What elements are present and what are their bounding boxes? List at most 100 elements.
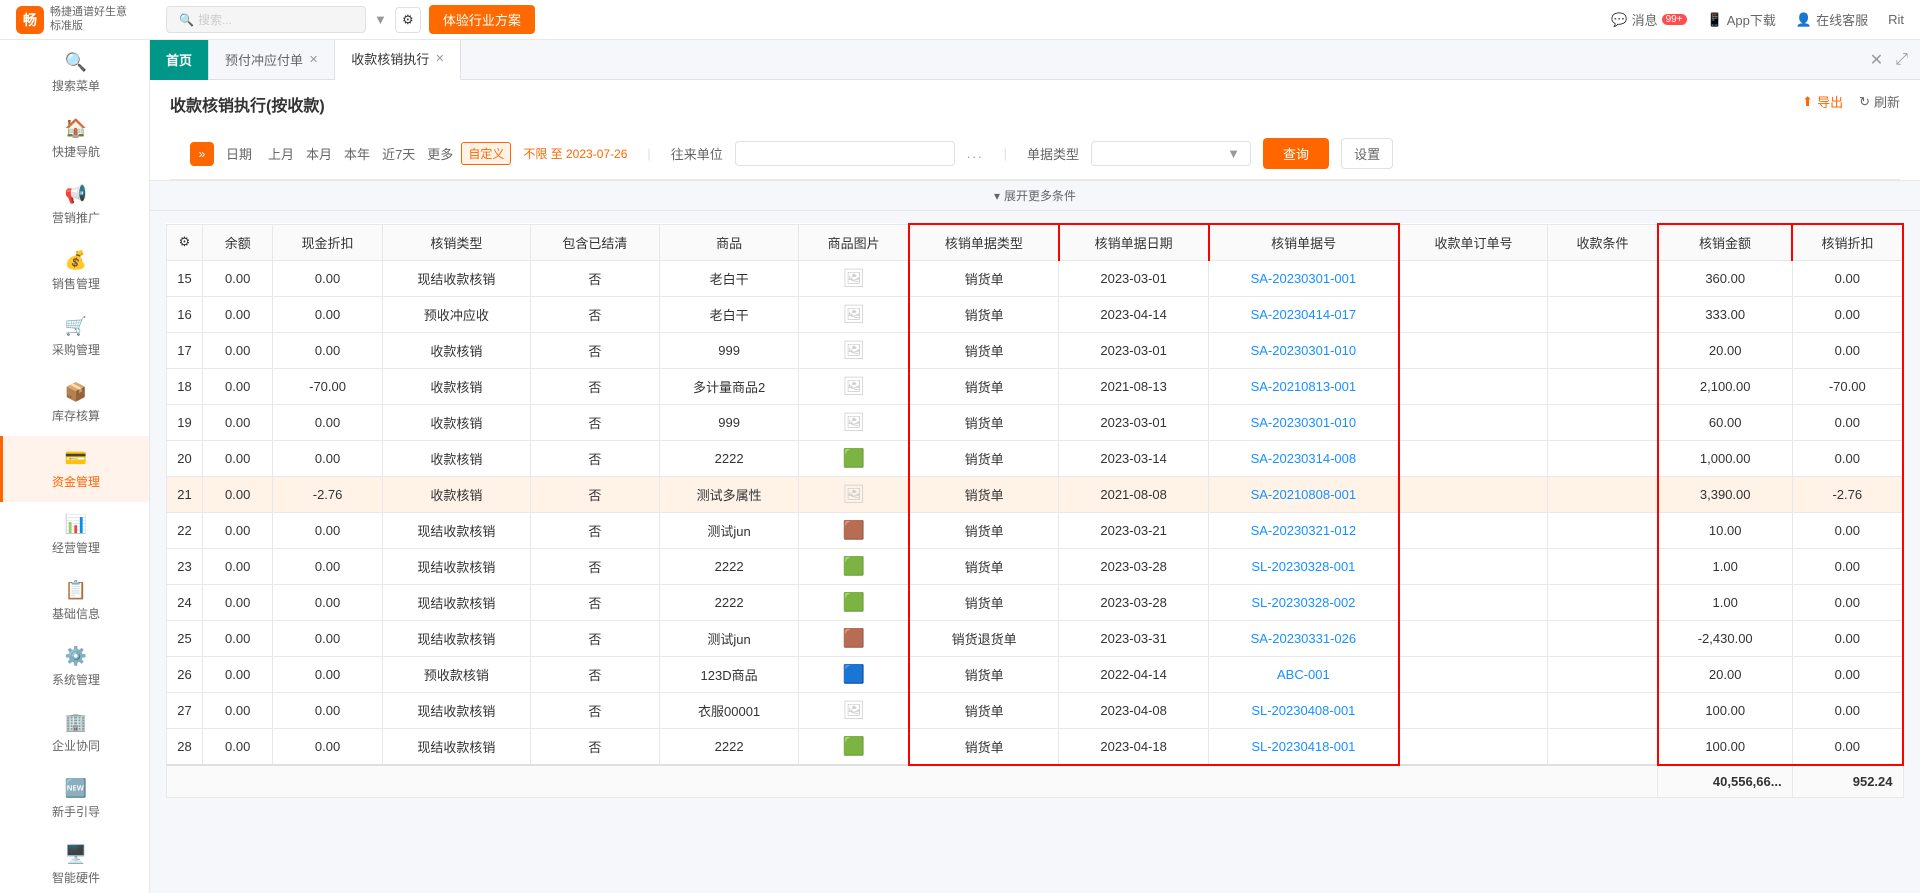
td-cancel-type: 收款核销 <box>382 405 530 441</box>
td-cancel-bill-no[interactable]: SA-20230301-010 <box>1209 405 1399 441</box>
sidebar-item-inventory[interactable]: 📦 库存核算 <box>0 370 149 436</box>
message-badge[interactable]: 💬 消息 99+ <box>1611 10 1686 29</box>
td-cancel-bill-type: 销货单 <box>909 477 1059 513</box>
inventory-icon: 📦 <box>65 382 87 403</box>
td-goods: 2222 <box>659 549 799 585</box>
export-button[interactable]: ⬆ 导出 <box>1802 92 1843 111</box>
tab-prepay[interactable]: 预付冲应付单 ✕ <box>209 40 335 80</box>
top-search-box[interactable]: 🔍 搜索... <box>166 6 366 33</box>
td-goods: 2222 <box>659 585 799 621</box>
sidebar-item-guide[interactable]: 🆕 新手引导 <box>0 766 149 832</box>
th-settings[interactable]: ⚙ <box>167 224 203 261</box>
td-receipt-condition <box>1548 729 1658 766</box>
expand-tab-btn[interactable]: ⤢ <box>1895 51 1908 69</box>
sidebar-item-sys-mgmt[interactable]: ⚙️ 系统管理 <box>0 634 149 700</box>
td-seq: 15 <box>167 261 203 297</box>
app-label: App下载 <box>1727 10 1776 29</box>
home-label: 首页 <box>166 50 192 69</box>
td-cash-discount: 0.00 <box>273 441 382 477</box>
partner-dots[interactable]: ... <box>967 146 984 161</box>
sidebar-item-basic-info[interactable]: 📋 基础信息 <box>0 568 149 634</box>
td-cancel-bill-no[interactable]: SL-20230328-002 <box>1209 585 1399 621</box>
td-receipt-condition <box>1548 441 1658 477</box>
td-cancel-bill-no[interactable]: SA-20230331-026 <box>1209 621 1399 657</box>
expand-more-btn[interactable]: ▾ 展开更多条件 <box>150 181 1920 211</box>
td-cancel-bill-no[interactable]: ABC-001 <box>1209 657 1399 693</box>
td-receipt-condition <box>1548 261 1658 297</box>
td-cancel-amount: 20.00 <box>1658 657 1792 693</box>
chevron-down-icon: ▼ <box>1227 146 1240 161</box>
filter-expand-btn[interactable]: » <box>190 142 214 166</box>
td-receipt-order-no <box>1399 261 1548 297</box>
td-cancel-bill-type: 销货单 <box>909 261 1059 297</box>
td-cancel-bill-date: 2023-03-01 <box>1059 333 1209 369</box>
td-cancel-type: 现结收款核销 <box>382 261 530 297</box>
td-cancel-bill-no[interactable]: SL-20230328-001 <box>1209 549 1399 585</box>
td-include-settled: 否 <box>530 585 659 621</box>
footer-total-discount: 952.24 <box>1792 765 1903 798</box>
td-balance: 0.00 <box>203 621 273 657</box>
td-cash-discount: 0.00 <box>273 549 382 585</box>
td-goods-img: 🖼 <box>799 297 909 333</box>
td-cancel-bill-no[interactable]: SA-20210808-001 <box>1209 477 1399 513</box>
td-goods-img: 🟫 <box>799 513 909 549</box>
date-custom[interactable]: 自定义 <box>461 142 511 165</box>
td-cancel-bill-type: 销货单 <box>909 549 1059 585</box>
td-cancel-discount: -2.76 <box>1792 477 1903 513</box>
online-service[interactable]: 👤 在线客服 <box>1796 10 1868 29</box>
date-more[interactable]: 更多 <box>423 142 457 165</box>
td-cancel-bill-date: 2023-04-14 <box>1059 297 1209 333</box>
sidebar-item-marketing[interactable]: 📢 营销推广 <box>0 172 149 238</box>
app-download[interactable]: 📱 App下载 <box>1707 10 1776 29</box>
td-cancel-bill-no[interactable]: SL-20230418-001 <box>1209 729 1399 766</box>
dropdown-arrow[interactable]: ▼ <box>374 12 387 27</box>
logo-text: 畅捷通谱好生意 标准版 <box>50 6 127 32</box>
sys-mgmt-icon: ⚙️ <box>65 646 87 667</box>
message-count: 99+ <box>1662 14 1687 25</box>
user-name[interactable]: Rit <box>1888 12 1904 27</box>
bill-type-placeholder <box>1102 146 1106 161</box>
query-button[interactable]: 查询 <box>1263 138 1329 169</box>
sidebar-item-hardware[interactable]: 🖥️ 智能硬件 <box>0 832 149 893</box>
sidebar-item-finance[interactable]: 💳 资金管理 <box>0 436 149 502</box>
sidebar-item-purchase[interactable]: 🛒 采购管理 <box>0 304 149 370</box>
td-cash-discount: 0.00 <box>273 405 382 441</box>
industry-btn[interactable]: 体验行业方案 <box>429 5 535 34</box>
sidebar-item-label: 企业协同 <box>52 737 100 754</box>
td-cancel-bill-no[interactable]: SL-20230408-001 <box>1209 693 1399 729</box>
td-goods-img: 🖼 <box>799 405 909 441</box>
td-cancel-bill-type: 销货单 <box>909 405 1059 441</box>
date-this-month[interactable]: 本月 <box>302 142 336 165</box>
td-cancel-bill-no[interactable]: SA-20230301-001 <box>1209 261 1399 297</box>
sidebar-item-enterprise[interactable]: 🏢 企业协同 <box>0 700 149 766</box>
td-cancel-bill-no[interactable]: SA-20210813-001 <box>1209 369 1399 405</box>
tab-receipt-close[interactable]: ✕ <box>435 52 444 65</box>
partner-input[interactable] <box>735 141 955 166</box>
td-cancel-bill-no[interactable]: SA-20230314-008 <box>1209 441 1399 477</box>
sidebar-item-quick-nav[interactable]: 🏠 快捷导航 <box>0 106 149 172</box>
setting-button[interactable]: 设置 <box>1341 138 1393 169</box>
bill-type-select[interactable]: ▼ <box>1091 141 1251 166</box>
tab-prepay-close[interactable]: ✕ <box>309 53 318 66</box>
td-cancel-bill-no[interactable]: SA-20230414-017 <box>1209 297 1399 333</box>
table-container[interactable]: ⚙ 余额 现金折扣 核销类型 包含已结清 商品 商品图片 核销单据类型 核销单据… <box>150 211 1920 893</box>
sidebar-item-search-menu[interactable]: 🔍 搜索菜单 <box>0 40 149 106</box>
date-prev-month[interactable]: 上月 <box>264 142 298 165</box>
page-header: 收款核销执行(按收款) ⬆ 导出 ↻ 刷新 » 日期 上 <box>150 80 1920 181</box>
date-this-year[interactable]: 本年 <box>340 142 374 165</box>
td-cancel-bill-no[interactable]: SA-20230321-012 <box>1209 513 1399 549</box>
refresh-button[interactable]: ↻ 刷新 <box>1859 92 1900 111</box>
sidebar-item-label: 库存核算 <box>52 407 100 424</box>
tab-home[interactable]: 首页 <box>150 40 209 80</box>
close-tab-btn[interactable]: ✕ <box>1870 50 1883 70</box>
sidebar-item-sales[interactable]: 💰 销售管理 <box>0 238 149 304</box>
td-cancel-bill-no[interactable]: SA-20230301-010 <box>1209 333 1399 369</box>
td-cancel-bill-date: 2023-03-28 <box>1059 549 1209 585</box>
gear-button[interactable]: ⚙ <box>395 7 421 33</box>
logo-icon: 畅 <box>16 6 44 34</box>
sidebar-item-operations[interactable]: 📊 经营管理 <box>0 502 149 568</box>
date-7days[interactable]: 近7天 <box>378 142 419 165</box>
export-icon: ⬆ <box>1802 94 1813 110</box>
tab-receipt[interactable]: 收款核销执行 ✕ <box>335 40 461 80</box>
td-goods-img: 🟩 <box>799 549 909 585</box>
